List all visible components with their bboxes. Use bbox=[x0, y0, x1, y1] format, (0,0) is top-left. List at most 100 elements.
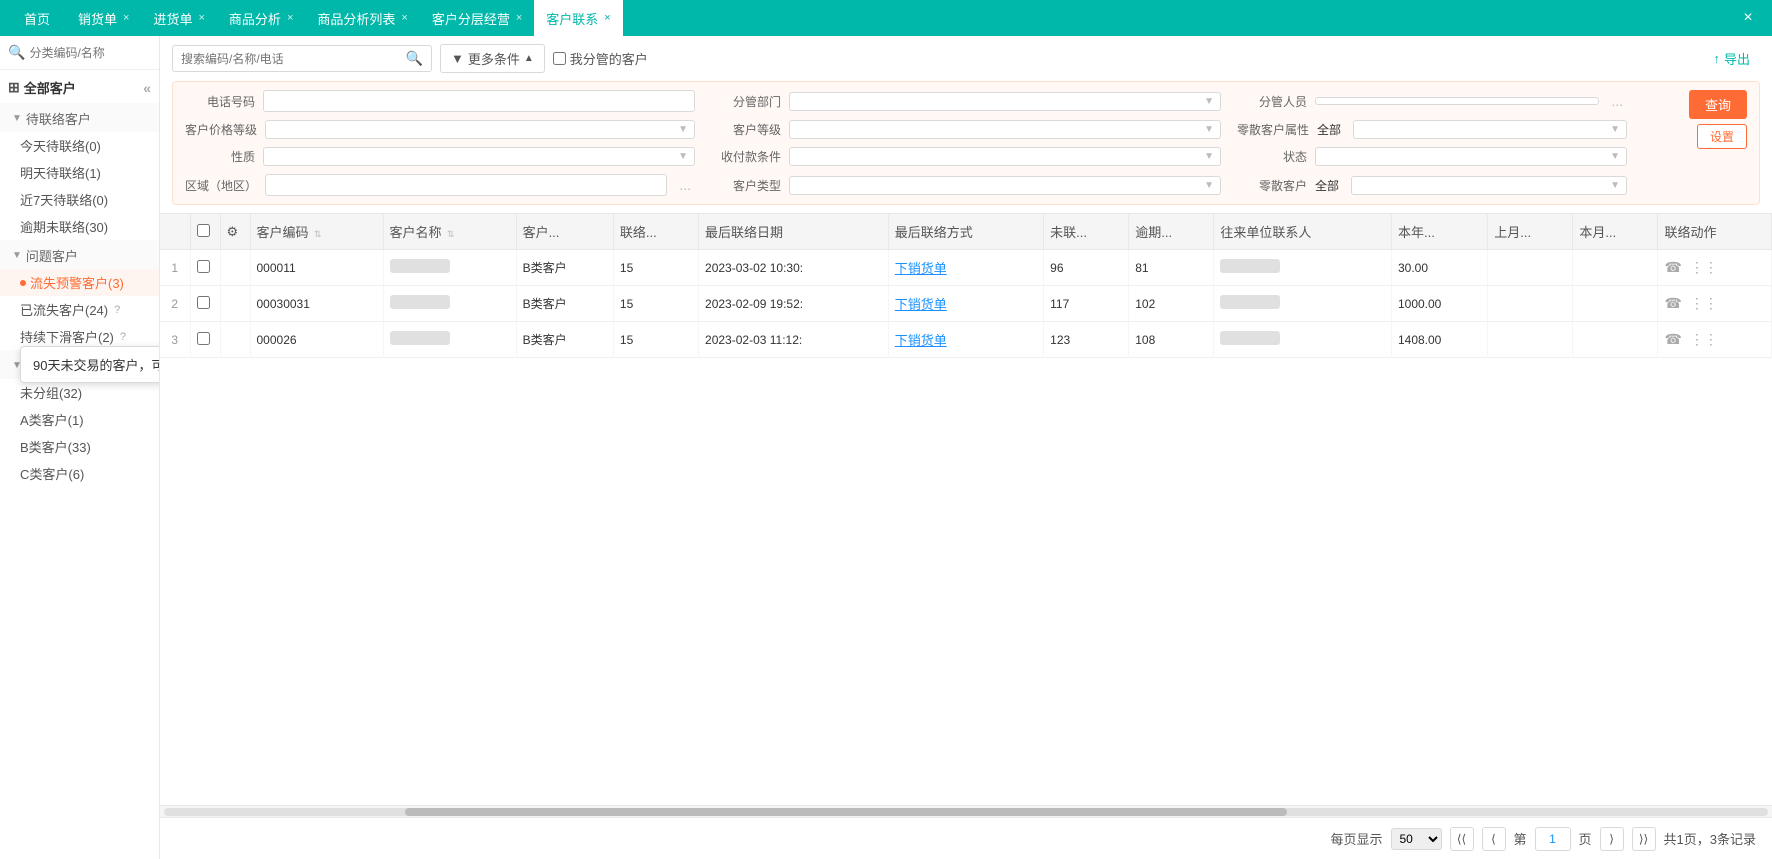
row-3-contact: 15 bbox=[613, 322, 698, 358]
nav-customer-tier[interactable]: 客户分层经营 × bbox=[420, 0, 534, 36]
nav-sales-close[interactable]: × bbox=[123, 12, 129, 24]
sidebar-item-7days[interactable]: 近7天待联络(0) bbox=[0, 186, 159, 213]
nav-product-analysis-list-close[interactable]: × bbox=[401, 12, 407, 24]
sidebar-item-overdue-contact[interactable]: 逾期未联络(30) bbox=[0, 213, 159, 240]
my-customers-checkbox[interactable] bbox=[553, 52, 566, 65]
section-arrow-problem: ▼ bbox=[12, 250, 22, 261]
col-settings[interactable]: ⚙ bbox=[220, 214, 250, 250]
horizontal-scrollbar[interactable] bbox=[160, 805, 1772, 817]
col-type: 客户... bbox=[516, 214, 613, 250]
filter-input-phone[interactable] bbox=[263, 90, 695, 112]
page-number-input[interactable] bbox=[1535, 827, 1571, 851]
row-1-action-phone[interactable]: ☎ bbox=[1664, 259, 1681, 276]
filter-select-payment[interactable]: ▼ bbox=[789, 147, 1221, 166]
row-1-checkbox[interactable] bbox=[190, 250, 220, 286]
per-page-select[interactable]: 50 100 200 bbox=[1391, 828, 1442, 850]
row-1-uncontacted: 96 bbox=[1044, 250, 1129, 286]
row-1-method-link[interactable]: 下销货单 bbox=[895, 261, 947, 276]
sidebar-section-problem[interactable]: ▼ 问题客户 bbox=[0, 240, 159, 269]
nav-purchase-close[interactable]: × bbox=[198, 12, 204, 24]
row-3-type: B类客户 bbox=[516, 322, 613, 358]
filter-row-price-tier: 客户价格等级 ▼ bbox=[185, 120, 695, 139]
nav-customer-tier-close[interactable]: × bbox=[516, 12, 522, 24]
filter-row-nature: 性质 ▼ bbox=[185, 147, 695, 166]
row-2-action-phone[interactable]: ☎ bbox=[1664, 295, 1681, 312]
scrollbar-thumb[interactable] bbox=[405, 808, 1287, 816]
sidebar-item-class-c[interactable]: C类客户(6) bbox=[0, 460, 159, 487]
pagination-bar: 每页显示 50 100 200 ⟨⟨ ⟨ 第 页 ⟩ ⟩⟩ 共1页，3条记录 bbox=[160, 817, 1772, 859]
row-2-num: 2 bbox=[160, 286, 190, 322]
filter-select-customer-type[interactable]: ▼ bbox=[789, 176, 1221, 195]
nav-sales[interactable]: 销货单 × bbox=[66, 0, 141, 36]
all-customers-header[interactable]: ⊞ 全部客户 « bbox=[0, 70, 159, 103]
row-2-checkbox[interactable] bbox=[190, 286, 220, 322]
nav-purchase[interactable]: 进货单 × bbox=[141, 0, 216, 36]
my-customers-checkbox-label[interactable]: 我分管的客户 bbox=[553, 49, 648, 68]
nav-customer-contact[interactable]: 客户联系 × bbox=[534, 0, 622, 36]
sidebar-item-today[interactable]: 今天待联络(0) bbox=[0, 132, 159, 159]
window-close-button[interactable]: × bbox=[1732, 0, 1764, 36]
col-name[interactable]: 客户名称 ⇅ bbox=[383, 214, 516, 250]
row-2-method-link[interactable]: 下销货单 bbox=[895, 297, 947, 312]
col-code[interactable]: 客户编码 ⇅ bbox=[250, 214, 383, 250]
table-row: 2 00030031 B类客户 15 2023-02-09 19:52: 下销货… bbox=[160, 286, 1772, 322]
sidebar-item-churn-warning[interactable]: 流失预警客户(3) bbox=[0, 269, 159, 296]
more-conditions-button[interactable]: ▼ 更多条件 ▲ bbox=[440, 44, 545, 73]
sidebar-item-tomorrow[interactable]: 明天待联络(1) bbox=[0, 159, 159, 186]
filter-select-person[interactable] bbox=[1315, 97, 1599, 105]
row-1-contact: 15 bbox=[613, 250, 698, 286]
nav-product-analysis-close[interactable]: × bbox=[287, 12, 293, 24]
scrollbar-track[interactable] bbox=[164, 808, 1768, 816]
main-search-input[interactable] bbox=[181, 52, 402, 66]
row-3-action-more[interactable]: ⋮⋮ bbox=[1690, 331, 1718, 348]
row-1-num: 1 bbox=[160, 250, 190, 286]
next-page-button[interactable]: ⟩ bbox=[1600, 827, 1624, 851]
select-all-checkbox[interactable] bbox=[197, 224, 210, 237]
main-layout: 🔍 ⊞ 全部客户 « ▼ 待联络客户 今天待联络(0) 明天待联络(1) 近7天… bbox=[0, 36, 1772, 859]
filter-select-dept[interactable]: ▼ bbox=[789, 92, 1221, 111]
nav-product-analysis-list[interactable]: 商品分析列表 × bbox=[305, 0, 419, 36]
collapse-icon[interactable]: « bbox=[143, 80, 151, 96]
filter-input-region[interactable] bbox=[265, 174, 667, 196]
prev-page-button[interactable]: ⟨ bbox=[1482, 827, 1506, 851]
filter-row-customer-tier: 客户等级 ▼ bbox=[711, 120, 1221, 139]
row-3-action-phone[interactable]: ☎ bbox=[1664, 331, 1681, 348]
row-3-method-link[interactable]: 下销货单 bbox=[895, 333, 947, 348]
filter-select-price-tier[interactable]: ▼ bbox=[265, 120, 695, 139]
filter-bar: 🔍 ▼ 更多条件 ▲ 我分管的客户 ↑ 导出 bbox=[160, 36, 1772, 214]
sidebar-item-class-a[interactable]: A类客户(1) bbox=[0, 406, 159, 433]
row-3-this-month bbox=[1573, 322, 1658, 358]
query-button[interactable]: 查询 bbox=[1689, 90, 1747, 119]
sidebar-section-pending[interactable]: ▼ 待联络客户 bbox=[0, 103, 159, 132]
filter-select-customer-tier[interactable]: ▼ bbox=[789, 120, 1221, 139]
sidebar-search-icon: 🔍 bbox=[8, 44, 25, 61]
sidebar-item-churned[interactable]: 已流失客户(24) ? bbox=[0, 296, 159, 323]
question-icon-declining: ? bbox=[120, 331, 126, 343]
filter-dots-person[interactable]: ... bbox=[1607, 93, 1627, 109]
filter-label-customer-type: 客户类型 bbox=[711, 177, 781, 194]
row-1-actions: ☎ ⋮⋮ bbox=[1658, 250, 1772, 286]
row-2-uncontacted: 117 bbox=[1044, 286, 1129, 322]
grid-icon: ⊞ bbox=[8, 79, 20, 96]
last-page-button[interactable]: ⟩⟩ bbox=[1632, 827, 1656, 851]
filter-select-scatter-attr[interactable]: ▼ bbox=[1353, 120, 1627, 139]
row-2-action-more[interactable]: ⋮⋮ bbox=[1690, 295, 1718, 312]
settings-button[interactable]: 设置 bbox=[1697, 124, 1747, 149]
filter-select-nature[interactable]: ▼ bbox=[263, 147, 695, 166]
filter-select-status[interactable]: ▼ bbox=[1315, 147, 1627, 166]
filter-label-phone: 电话号码 bbox=[185, 93, 255, 110]
filter-dots-region[interactable]: ... bbox=[675, 177, 695, 193]
nav-product-analysis[interactable]: 商品分析 × bbox=[217, 0, 305, 36]
filter-label-status: 状态 bbox=[1237, 148, 1307, 165]
sidebar-item-class-b[interactable]: B类客户(33) bbox=[0, 433, 159, 460]
export-button[interactable]: ↑ 导出 bbox=[1703, 45, 1760, 72]
first-page-button[interactable]: ⟨⟨ bbox=[1450, 827, 1474, 851]
row-3-checkbox[interactable] bbox=[190, 322, 220, 358]
row-1-action-more[interactable]: ⋮⋮ bbox=[1690, 259, 1718, 276]
sidebar-item-ungrouped[interactable]: 未分组(32) bbox=[0, 379, 159, 406]
filter-select-scatter[interactable]: ▼ bbox=[1351, 176, 1627, 195]
nav-customer-contact-close[interactable]: × bbox=[604, 12, 610, 24]
main-search-icon[interactable]: 🔍 bbox=[406, 50, 423, 67]
sidebar-search-input[interactable] bbox=[29, 46, 160, 60]
nav-home[interactable]: 首页 bbox=[8, 0, 66, 36]
